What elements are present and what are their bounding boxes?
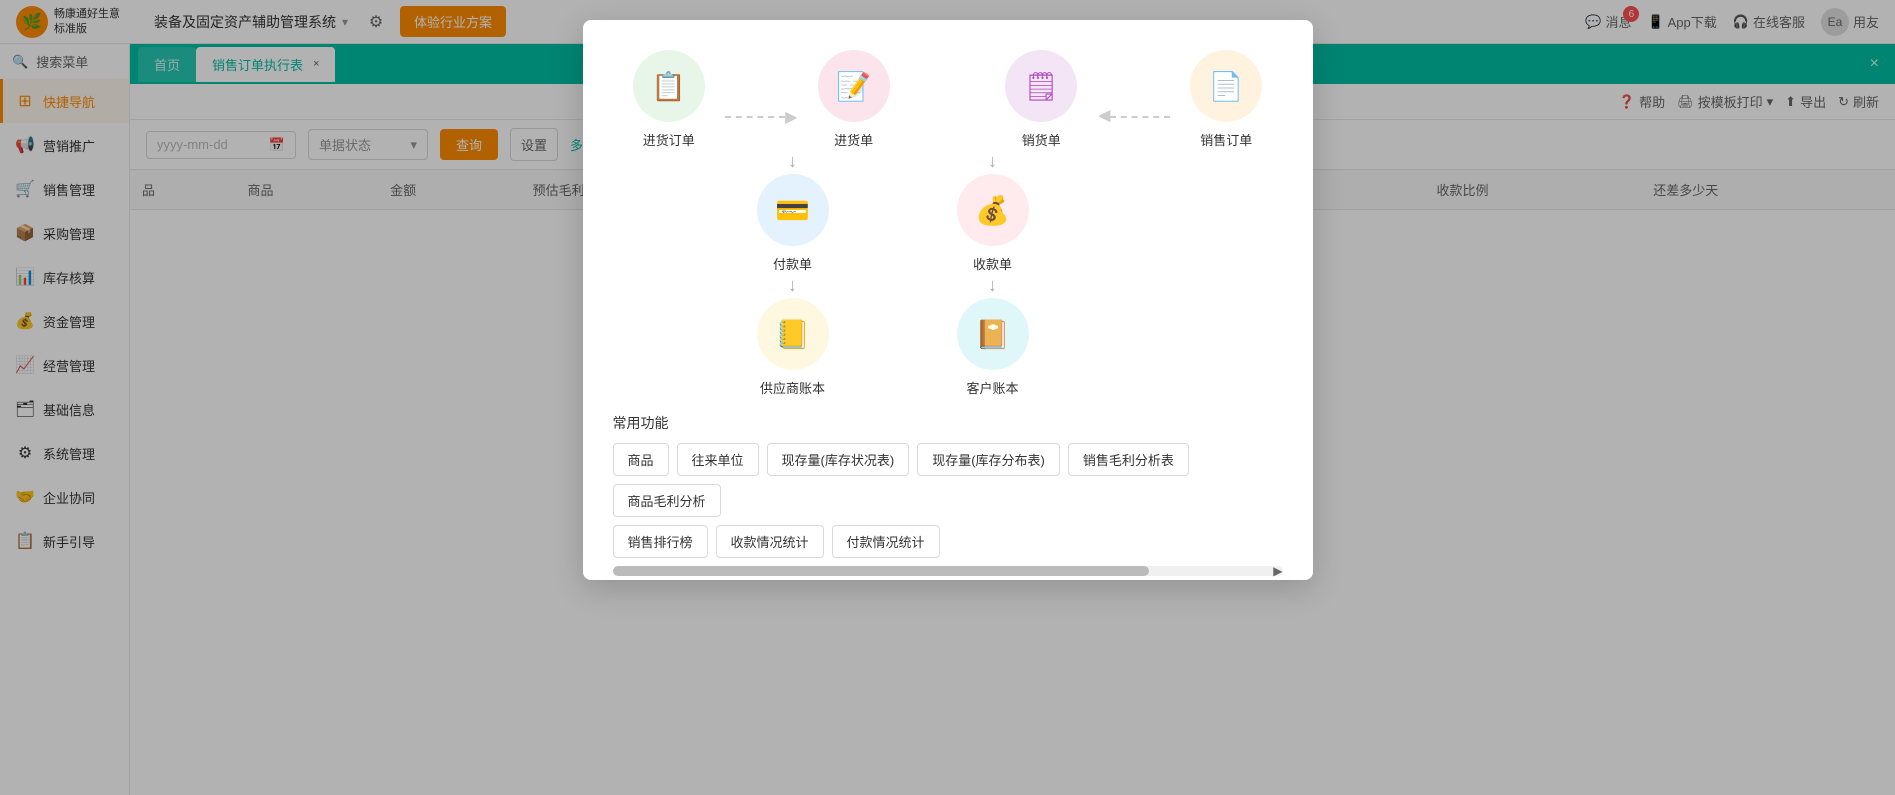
collection-label: 收款单: [973, 254, 1012, 273]
arrow-po-to-pr: ▶: [725, 107, 797, 149]
cf-btn-sales-ranking[interactable]: 销售排行榜: [613, 525, 708, 558]
common-functions-buttons: 商品 往来单位 现存量(库存状况表) 现存量(库存分布表) 销售毛利分析表 商品…: [613, 443, 1283, 517]
collection-icon: 💰: [975, 194, 1010, 227]
arrow-sr-down: ↓: [933, 151, 1053, 172]
supplier-ledger-circle: 📒: [757, 298, 829, 370]
modal-scrollbar-thumb: [613, 566, 1149, 576]
arrow-pr-down: ↓: [733, 151, 853, 172]
flow-purchase-order[interactable]: 📋 进货订单: [613, 50, 726, 149]
purchase-order-icon: 📋: [651, 70, 686, 103]
payment-circle: 💳: [757, 174, 829, 246]
cf-btn-stock-dist[interactable]: 现存量(库存分布表): [917, 443, 1060, 476]
common-functions-title: 常用功能: [613, 413, 1283, 433]
cf-btn-sales-margin[interactable]: 销售毛利分析表: [1068, 443, 1189, 476]
flow-payment[interactable]: 💳 付款单: [733, 174, 853, 273]
sales-receipt-circle: 🗒: [1005, 50, 1077, 122]
collection-circle: 💰: [957, 174, 1029, 246]
cf-btn-collection-stats[interactable]: 收款情况统计: [716, 525, 824, 558]
arrow-payment-down: ↓: [733, 275, 853, 296]
cf-btn-payment-stats[interactable]: 付款情况统计: [832, 525, 940, 558]
supplier-ledger-icon: 📒: [775, 318, 810, 351]
customer-ledger-circle: 📔: [957, 298, 1029, 370]
main-content-area: 首页 销售订单执行表 × × ❓ 帮助 🖨 按模板打印 ▾: [130, 44, 1895, 795]
cf-btn-product[interactable]: 商品: [613, 443, 669, 476]
sales-order-circle: 📄: [1190, 50, 1262, 122]
flow-sales-receipt[interactable]: 🗒 销货单: [985, 50, 1098, 149]
flow-customer-ledger[interactable]: 📔 客户账本: [933, 298, 1053, 397]
common-functions-buttons-row2: 销售排行榜 收款情况统计 付款情况统计: [613, 525, 1283, 558]
cf-btn-product-margin[interactable]: 商品毛利分析: [613, 484, 721, 517]
purchase-order-circle: 📋: [633, 50, 705, 122]
purchase-receipt-label: 进货单: [834, 130, 873, 149]
sales-receipt-icon: 🗒: [1024, 70, 1060, 103]
sales-order-icon: 📄: [1209, 70, 1244, 103]
flow-sales-order[interactable]: 📄 销售订单: [1170, 50, 1283, 149]
flow-supplier-ledger[interactable]: 📒 供应商账本: [733, 298, 853, 397]
purchase-receipt-circle: 📝: [818, 50, 890, 122]
purchase-receipt-icon: 📝: [836, 70, 871, 103]
modal-overlay[interactable]: 📋 进货订单 ▶ 📝: [130, 44, 1895, 795]
common-functions-section: 常用功能 商品 往来单位 现存量(库存状况表) 现存量(库存分布表) 销售毛利分…: [613, 413, 1283, 558]
flow-collection[interactable]: 💰 收款单: [933, 174, 1053, 273]
sales-order-label: 销售订单: [1200, 130, 1252, 149]
flow-diagram: 📋 进货订单 ▶ 📝: [613, 50, 1283, 397]
cf-btn-contacts[interactable]: 往来单位: [677, 443, 759, 476]
payment-icon: 💳: [775, 194, 810, 227]
arrow-collection-down: ↓: [933, 275, 1053, 296]
quick-nav-modal: 📋 进货订单 ▶ 📝: [583, 44, 1313, 580]
flow-purchase-receipt[interactable]: 📝 进货单: [797, 50, 910, 149]
arrow-so-to-sr: ▶: [1098, 107, 1170, 149]
cf-btn-stock-status[interactable]: 现存量(库存状况表): [767, 443, 910, 476]
sales-receipt-label: 销货单: [1022, 130, 1061, 149]
customer-ledger-icon: 📔: [975, 318, 1010, 351]
customer-ledger-label: 客户账本: [966, 378, 1018, 397]
supplier-ledger-label: 供应商账本: [760, 378, 825, 397]
scrollbar-arrow-right[interactable]: ▶: [1273, 564, 1282, 578]
payment-label: 付款单: [773, 254, 812, 273]
modal-scrollbar[interactable]: ▶: [613, 566, 1283, 576]
purchase-order-label: 进货订单: [643, 130, 695, 149]
